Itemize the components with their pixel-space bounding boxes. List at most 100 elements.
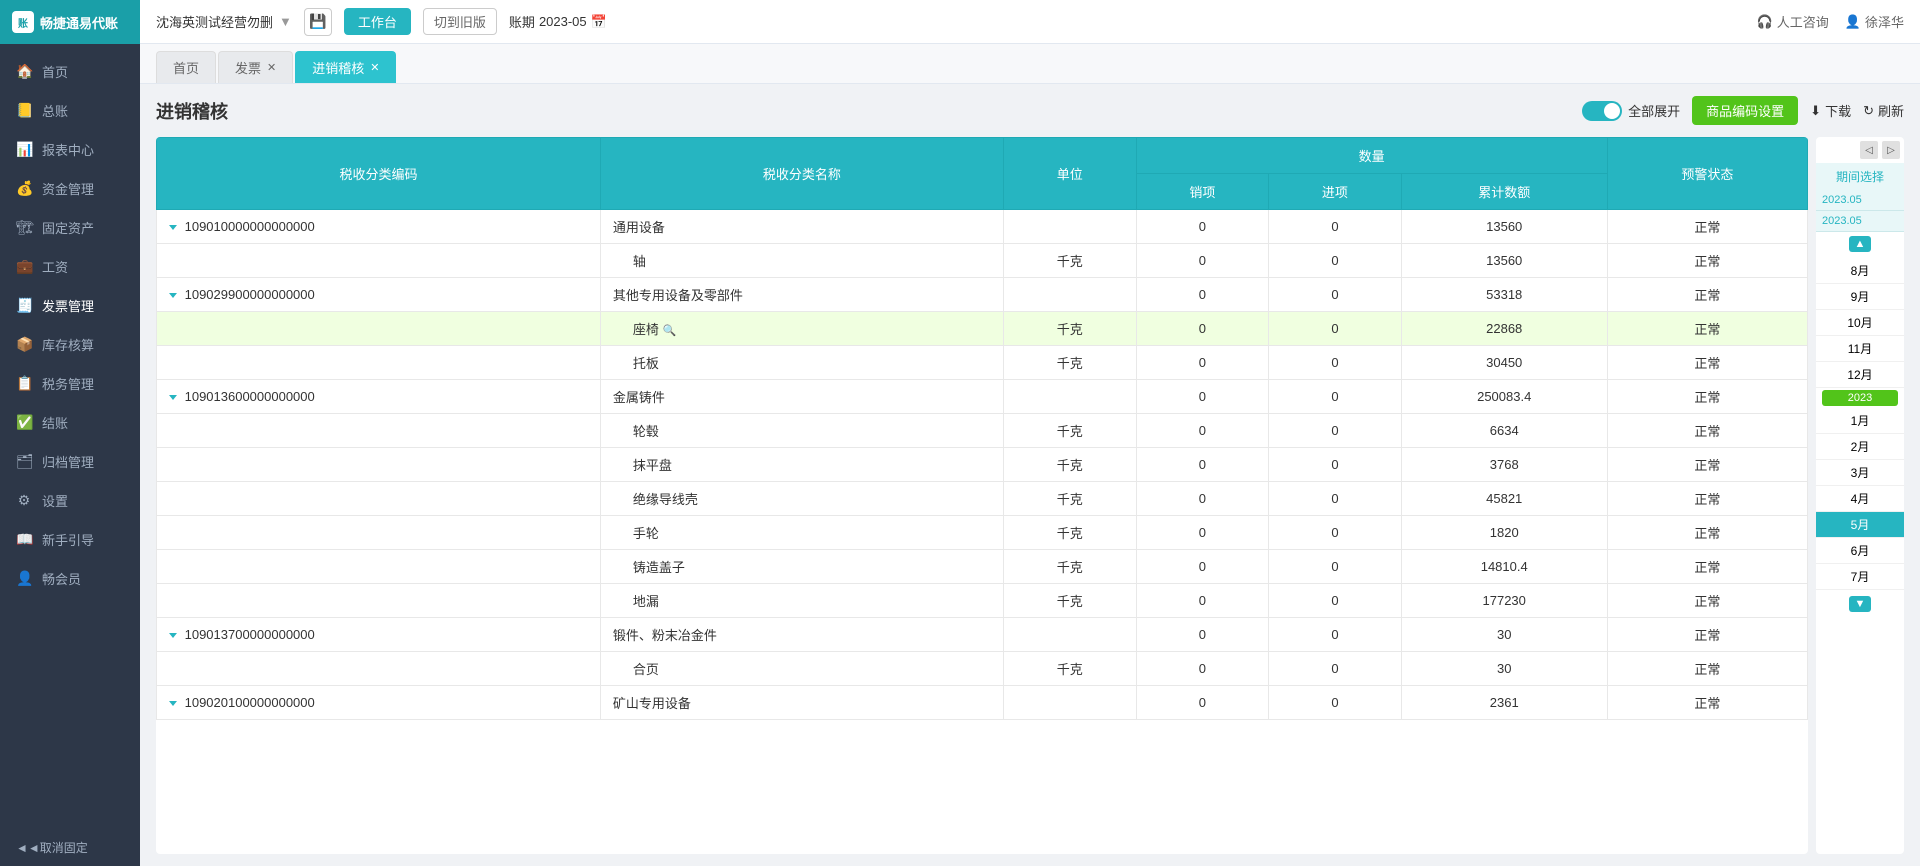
expand-icon-14[interactable] bbox=[169, 701, 177, 706]
sidebar-item-salary[interactable]: 💼 工资 bbox=[0, 247, 140, 286]
switch-version-button[interactable]: 切到旧版 bbox=[423, 8, 497, 35]
period-nav-down: ▼ bbox=[1816, 592, 1904, 616]
row-warning-2: 正常 bbox=[1607, 278, 1807, 312]
sidebar-nav: 🏠 首页 📒 总账 📊 报表中心 💰 资金管理 🏗 固定资产 💼 工资 🧾 发票… bbox=[0, 44, 140, 829]
panel-expand-button[interactable]: ▷ bbox=[1882, 141, 1900, 159]
row-unit-13: 千克 bbox=[1003, 652, 1136, 686]
row-purchase-8: 0 bbox=[1269, 482, 1402, 516]
tab-reconcile[interactable]: 进销稽核 ✕ bbox=[295, 51, 396, 83]
month-4[interactable]: 4月 bbox=[1816, 486, 1904, 512]
sidebar-item-reports[interactable]: 📊 报表中心 bbox=[0, 130, 140, 169]
sidebar-item-settlement[interactable]: ✅ 结账 bbox=[0, 403, 140, 442]
sidebar-item-tax[interactable]: 📋 税务管理 bbox=[0, 364, 140, 403]
sidebar-logo: 账 畅捷通易代账 bbox=[0, 0, 140, 44]
month-12[interactable]: 12月 bbox=[1816, 362, 1904, 388]
row-cumulative-10: 14810.4 bbox=[1401, 550, 1607, 584]
tab-home[interactable]: 首页 bbox=[156, 51, 216, 83]
row-cumulative-7: 3768 bbox=[1401, 448, 1607, 482]
period-year-item-1[interactable]: 2023.05 bbox=[1816, 190, 1904, 211]
row-cumulative-14: 2361 bbox=[1401, 686, 1607, 720]
sidebar-item-archive[interactable]: 🗂 归档管理 bbox=[0, 442, 140, 481]
row-name-6: 轮毂 bbox=[600, 414, 1003, 448]
page-title: 进销稽核 bbox=[156, 98, 228, 124]
company-dropdown-icon: ▼ bbox=[279, 14, 292, 29]
sidebar-item-ledger[interactable]: 📒 总账 bbox=[0, 91, 140, 130]
refresh-button[interactable]: ↻ 刷新 bbox=[1863, 101, 1904, 120]
col-purchase: 进项 bbox=[1269, 174, 1402, 210]
period-panel: ◁ ▷ 期间选择 2023.05 2023.05 ▲ 8月 bbox=[1816, 137, 1904, 854]
period-up-button[interactable]: ▲ bbox=[1849, 236, 1871, 252]
expand-icon-12[interactable] bbox=[169, 633, 177, 638]
sidebar-item-assets[interactable]: 🏗 固定资产 bbox=[0, 208, 140, 247]
sidebar-item-guide[interactable]: 📖 新手引导 bbox=[0, 520, 140, 559]
row-name-12: 锻件、粉末冶金件 bbox=[600, 618, 1003, 652]
month-11[interactable]: 11月 bbox=[1816, 336, 1904, 362]
workbench-label: 工作台 bbox=[358, 15, 397, 30]
sidebar: 账 畅捷通易代账 🏠 首页 📒 总账 📊 报表中心 💰 资金管理 🏗 固定资产 … bbox=[0, 0, 140, 866]
logo-text: 畅捷通易代账 bbox=[40, 13, 118, 32]
sidebar-item-funds[interactable]: 💰 资金管理 bbox=[0, 169, 140, 208]
tab-reconcile-close[interactable]: ✕ bbox=[370, 61, 379, 74]
month-7[interactable]: 7月 bbox=[1816, 564, 1904, 590]
month-6[interactable]: 6月 bbox=[1816, 538, 1904, 564]
row-sales-12: 0 bbox=[1136, 618, 1269, 652]
download-button[interactable]: ⬇ 下载 bbox=[1810, 101, 1851, 120]
tab-invoice[interactable]: 发票 ✕ bbox=[218, 51, 293, 83]
row-unit-12 bbox=[1003, 618, 1136, 652]
period-header-label: 期间选择 bbox=[1836, 170, 1884, 184]
search-icon-3[interactable]: 🔍 bbox=[663, 325, 677, 337]
headset-icon: 🎧 bbox=[1757, 14, 1773, 30]
year-2023-badge: 2023 bbox=[1822, 390, 1898, 406]
tab-invoice-close[interactable]: ✕ bbox=[267, 61, 276, 74]
sidebar-item-home[interactable]: 🏠 首页 bbox=[0, 52, 140, 91]
sidebar-footer-pin[interactable]: ◄◄取消固定 bbox=[0, 829, 140, 866]
tab-reconcile-label: 进销稽核 bbox=[312, 58, 364, 77]
month-9[interactable]: 9月 bbox=[1816, 284, 1904, 310]
month-2[interactable]: 2月 bbox=[1816, 434, 1904, 460]
row-sales-13: 0 bbox=[1136, 652, 1269, 686]
month-1[interactable]: 1月 bbox=[1816, 408, 1904, 434]
row-cumulative-8: 45821 bbox=[1401, 482, 1607, 516]
sidebar-item-inventory[interactable]: 📦 库存核算 bbox=[0, 325, 140, 364]
calendar-icon[interactable]: 📅 bbox=[591, 14, 607, 30]
sidebar-item-settings[interactable]: ⚙ 设置 bbox=[0, 481, 140, 520]
expand-icon-5[interactable] bbox=[169, 395, 177, 400]
ledger-icon: 📒 bbox=[16, 102, 32, 119]
row-purchase-6: 0 bbox=[1269, 414, 1402, 448]
row-name-4: 托板 bbox=[600, 346, 1003, 380]
col-quantity-group: 数量 bbox=[1136, 138, 1607, 174]
company-name: 沈海英测试经营勿删 bbox=[156, 12, 273, 31]
panel-collapse-button[interactable]: ◁ bbox=[1860, 141, 1878, 159]
period-year-item-2[interactable]: 2023.05 bbox=[1816, 211, 1904, 232]
workbench-button[interactable]: 工作台 bbox=[344, 8, 411, 35]
product-code-button[interactable]: 商品编码设置 bbox=[1692, 96, 1798, 125]
expand-icon-0[interactable] bbox=[169, 225, 177, 230]
period-down-button[interactable]: ▼ bbox=[1849, 596, 1871, 612]
expand-icon-2[interactable] bbox=[169, 293, 177, 298]
sidebar-label-member: 畅会员 bbox=[42, 569, 81, 588]
row-code-2: 109029900000000000 bbox=[157, 278, 601, 312]
sidebar-item-invoice[interactable]: 🧾 发票管理 bbox=[0, 286, 140, 325]
row-name-8: 绝缘导线壳 bbox=[600, 482, 1003, 516]
col-warning: 预警状态 bbox=[1607, 138, 1807, 210]
row-code-5: 109013600000000000 bbox=[157, 380, 601, 414]
user-menu[interactable]: 👤 徐泽华 bbox=[1845, 12, 1904, 31]
tab-invoice-label: 发票 bbox=[235, 58, 261, 77]
save-button[interactable]: 💾 bbox=[304, 8, 332, 36]
service-label: 人工咨询 bbox=[1777, 12, 1829, 31]
company-selector[interactable]: 沈海英测试经营勿删 ▼ bbox=[156, 12, 292, 31]
month-3[interactable]: 3月 bbox=[1816, 460, 1904, 486]
month-10[interactable]: 10月 bbox=[1816, 310, 1904, 336]
sidebar-label-tax: 税务管理 bbox=[42, 374, 94, 393]
row-unit-3: 千克 bbox=[1003, 312, 1136, 346]
row-code-7 bbox=[157, 448, 601, 482]
row-cumulative-1: 13560 bbox=[1401, 244, 1607, 278]
service-button[interactable]: 🎧 人工咨询 bbox=[1757, 12, 1829, 31]
month-8[interactable]: 8月 bbox=[1816, 258, 1904, 284]
sidebar-item-member[interactable]: 👤 畅会员 bbox=[0, 559, 140, 598]
expand-toggle[interactable] bbox=[1582, 101, 1622, 121]
row-sales-4: 0 bbox=[1136, 346, 1269, 380]
funds-icon: 💰 bbox=[16, 180, 32, 197]
row-sales-9: 0 bbox=[1136, 516, 1269, 550]
month-5-active[interactable]: 5月 bbox=[1816, 512, 1904, 538]
